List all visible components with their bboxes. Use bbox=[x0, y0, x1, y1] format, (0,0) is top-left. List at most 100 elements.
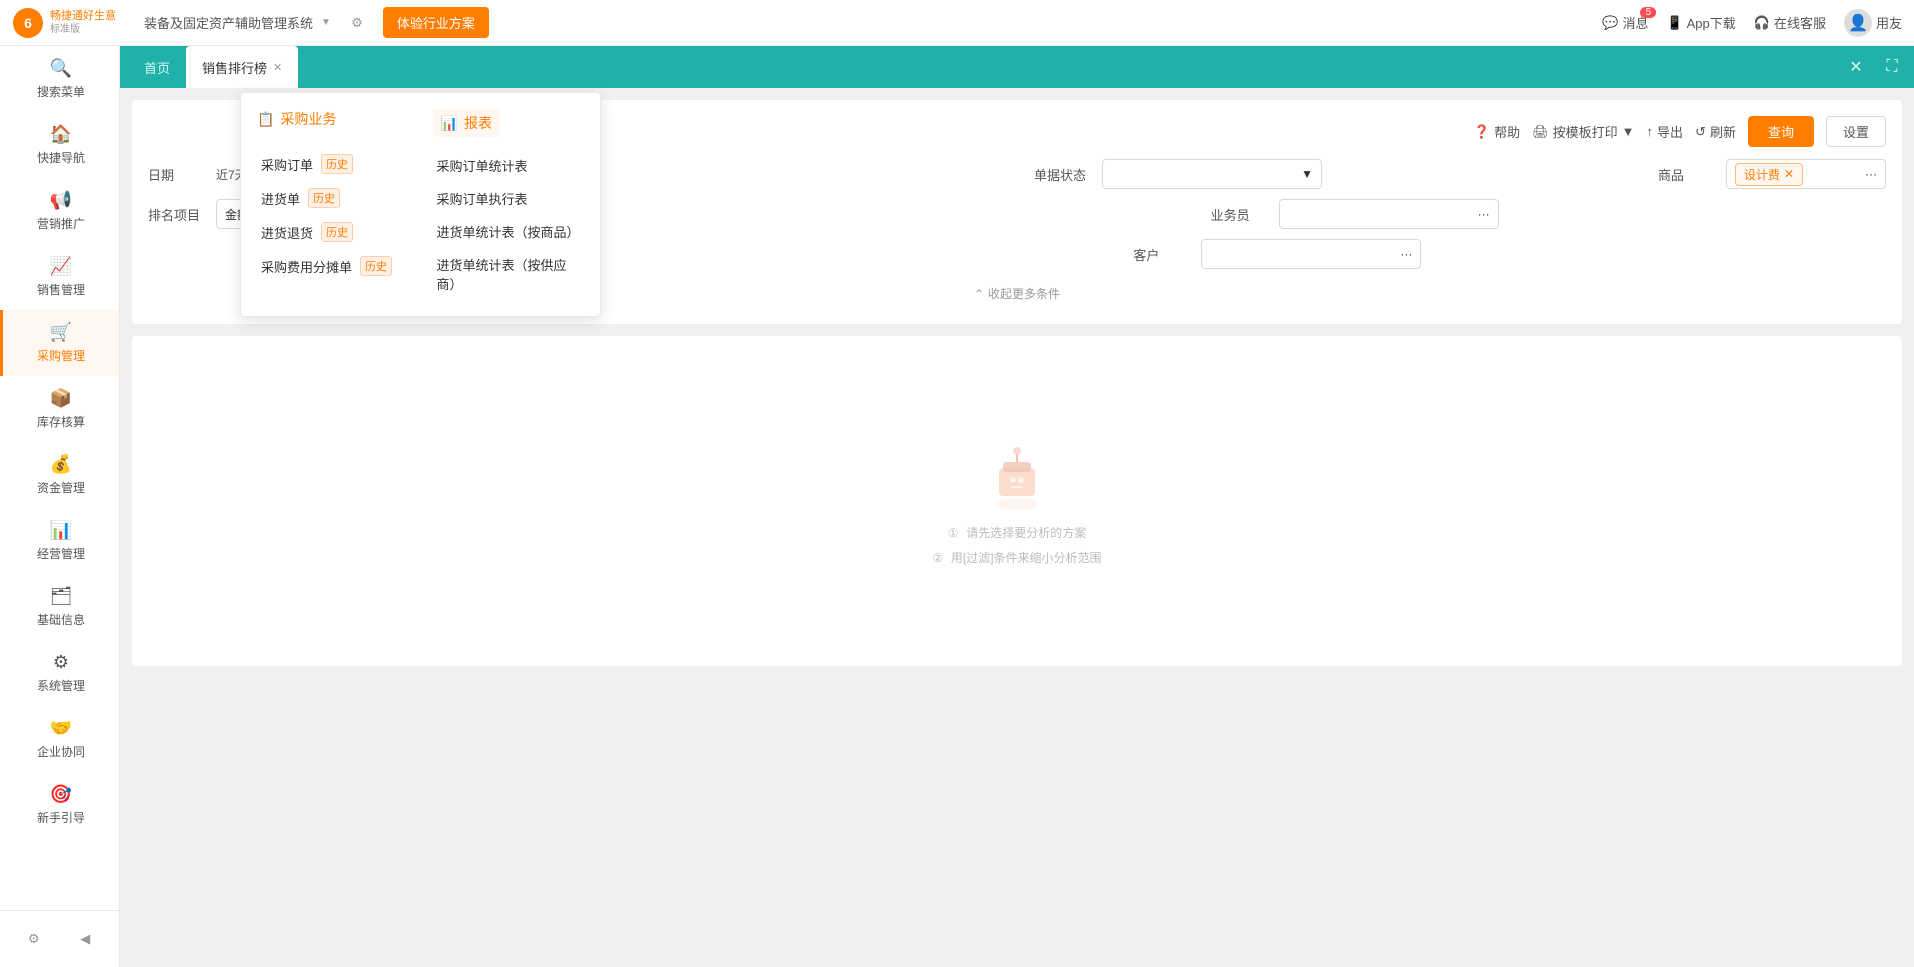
sidebar-item-finance[interactable]: 💰 资金管理 bbox=[0, 442, 119, 508]
tab-bar-actions: ✕ ⛶ bbox=[1842, 53, 1906, 81]
menu-item-return[interactable]: 进货退货 历史 bbox=[257, 215, 409, 249]
sidebar-item-enterprise[interactable]: 🤝 企业协同 bbox=[0, 706, 119, 772]
message-icon: 💬 bbox=[1602, 15, 1618, 31]
tab-home[interactable]: 首页 bbox=[128, 46, 186, 88]
guide-icon: 🎯 bbox=[50, 784, 72, 805]
svg-text:6: 6 bbox=[24, 15, 32, 31]
customer-select[interactable]: ··· bbox=[1201, 239, 1421, 269]
online-service-action[interactable]: 🎧 在线客服 bbox=[1754, 13, 1826, 32]
select-arrow: ▼ bbox=[1301, 167, 1313, 181]
finance-icon: 💰 bbox=[50, 454, 72, 475]
basic-icon: 🗂 bbox=[50, 586, 73, 607]
sidebar-item-purchase[interactable]: 🛒 采购管理 bbox=[0, 310, 119, 376]
sidebar-item-basic[interactable]: 🗂 基础信息 bbox=[0, 574, 119, 640]
query-button[interactable]: 查询 bbox=[1748, 116, 1814, 147]
goods-select[interactable]: 设计费 ✕ ··· bbox=[1726, 159, 1886, 189]
logo-area: 6 畅捷通好生意 标准版 bbox=[12, 7, 132, 39]
gear-button[interactable]: ⚙ bbox=[343, 9, 371, 37]
tab-close-window-btn[interactable]: ✕ bbox=[1842, 53, 1870, 81]
menu-item-purchase-order[interactable]: 采购订单 历史 bbox=[257, 147, 409, 181]
sidebar-item-quick[interactable]: 🏠 快捷导航 bbox=[0, 112, 119, 178]
app-download-action[interactable]: 📱 App下载 bbox=[1666, 13, 1735, 32]
empty-state-card: ① 请先选择要分析的方案 ② 用[过滤]条件来缩小分析范围 bbox=[132, 336, 1902, 666]
date-label: 日期 bbox=[148, 165, 204, 184]
order-status-label: 单据状态 bbox=[1034, 165, 1090, 184]
sidebar: 🔍 搜索菜单 🏠 快捷导航 📢 营销推广 📈 销售管理 🛒 采购管理 📦 库存核… bbox=[0, 46, 120, 967]
operation-icon: 📊 bbox=[50, 520, 72, 541]
service-icon: 🎧 bbox=[1754, 15, 1770, 31]
history-tag-3: 历史 bbox=[360, 256, 392, 276]
sidebar-item-operation[interactable]: 📊 经营管理 bbox=[0, 508, 119, 574]
home-icon: 🏠 bbox=[50, 124, 72, 145]
set-button[interactable]: 设置 bbox=[1826, 116, 1886, 147]
rank-label: 排名项目 bbox=[148, 205, 204, 224]
header-right: 💬 消息 5 📱 App下载 🎧 在线客服 👤 用友 bbox=[1602, 9, 1902, 37]
menu-item-order-exec[interactable]: 采购订单执行表 bbox=[433, 182, 585, 215]
menu-item-incoming-stats-supplier[interactable]: 进货单统计表（按供应商） bbox=[433, 248, 585, 300]
tab-sales-rank[interactable]: 销售排行榜 ✕ bbox=[186, 46, 298, 88]
report-section-title: 📊 报表 bbox=[433, 109, 500, 137]
refresh-icon: ↺ bbox=[1695, 124, 1706, 140]
empty-state: ① 请先选择要分析的方案 ② 用[过滤]条件来缩小分析范围 bbox=[132, 376, 1902, 626]
marketing-icon: 📢 bbox=[50, 190, 72, 211]
sidebar-item-guide[interactable]: 🎯 新手引导 bbox=[0, 772, 119, 838]
enterprise-icon: 🤝 bbox=[50, 718, 72, 739]
salesperson-select[interactable]: ··· bbox=[1279, 199, 1499, 229]
system-dropdown-arrow[interactable]: ▼ bbox=[321, 17, 331, 28]
tab-close-icon[interactable]: ✕ bbox=[273, 61, 282, 74]
customer-more: ··· bbox=[1400, 247, 1412, 261]
print-btn[interactable]: 🖨 按模板打印 ▼ bbox=[1532, 122, 1634, 141]
system-icon: ⚙ bbox=[53, 652, 69, 673]
customer-label: 客户 bbox=[1133, 245, 1189, 264]
history-tag-1: 历史 bbox=[308, 188, 340, 208]
refresh-btn[interactable]: ↺ 刷新 bbox=[1695, 122, 1736, 141]
print-icon: 🖨 bbox=[1532, 124, 1549, 140]
report-icon: 📊 bbox=[441, 115, 458, 132]
purchase-icon: 🛒 bbox=[50, 322, 72, 343]
export-icon: ↑ bbox=[1647, 124, 1654, 139]
purchase-business-section: 📋 采购业务 采购订单 历史 进货单 历史 进货退货 历史 采购费用分摊单 bbox=[257, 109, 409, 300]
sidebar-footer: ⚙ ◀ bbox=[0, 910, 119, 967]
user-action[interactable]: 👤 用友 bbox=[1844, 9, 1902, 37]
export-btn[interactable]: ↑ 导出 bbox=[1647, 122, 1684, 141]
tab-maximize-btn[interactable]: ⛶ bbox=[1878, 53, 1906, 81]
empty-illustration bbox=[977, 436, 1057, 516]
goods-label: 商品 bbox=[1658, 165, 1714, 184]
sidebar-collapse-btn[interactable]: ◀ bbox=[69, 923, 101, 955]
goods-tag: 设计费 ✕ bbox=[1735, 163, 1803, 186]
sidebar-item-system[interactable]: ⚙ 系统管理 bbox=[0, 640, 119, 706]
sidebar-settings-btn[interactable]: ⚙ bbox=[18, 923, 50, 955]
header-left: 6 畅捷通好生意 标准版 装备及固定资产辅助管理系统 ▼ ⚙ 体验行业方案 bbox=[12, 7, 489, 39]
sidebar-item-sales[interactable]: 📈 销售管理 bbox=[0, 244, 119, 310]
content-area: 首页 销售排行榜 ✕ ✕ ⛶ ❓ 帮助 bbox=[120, 46, 1914, 967]
menu-item-order-stats[interactable]: 采购订单统计表 bbox=[433, 149, 585, 182]
top-header: 6 畅捷通好生意 标准版 装备及固定资产辅助管理系统 ▼ ⚙ 体验行业方案 💬 … bbox=[0, 0, 1914, 46]
message-action[interactable]: 💬 消息 5 bbox=[1602, 13, 1648, 32]
menu-item-expense[interactable]: 采购费用分摊单 历史 bbox=[257, 249, 409, 283]
print-dropdown-icon[interactable]: ▼ bbox=[1622, 124, 1635, 139]
logo-text: 畅捷通好生意 标准版 bbox=[50, 9, 116, 36]
purchase-business-icon: 📋 bbox=[257, 111, 274, 128]
history-tag-0: 历史 bbox=[321, 154, 353, 174]
purchase-business-title: 📋 采购业务 bbox=[257, 109, 409, 135]
order-status-select[interactable]: ▼ bbox=[1102, 159, 1322, 189]
salesperson-more: ··· bbox=[1478, 207, 1490, 221]
avatar: 👤 bbox=[1844, 9, 1872, 37]
purchase-dropdown-menu: 📋 采购业务 采购订单 历史 进货单 历史 进货退货 历史 采购费用分摊单 bbox=[240, 92, 601, 317]
goods-tag-close[interactable]: ✕ bbox=[1784, 167, 1794, 181]
help-btn[interactable]: ❓ 帮助 bbox=[1474, 122, 1520, 141]
report-section: 📊 报表 采购订单统计表 采购订单执行表 进货单统计表（按商品） 进货单统计表（… bbox=[433, 109, 585, 300]
help-icon: ❓ bbox=[1474, 124, 1490, 140]
menu-item-incoming-stats-goods[interactable]: 进货单统计表（按商品） bbox=[433, 215, 585, 248]
sidebar-item-marketing[interactable]: 📢 营销推广 bbox=[0, 178, 119, 244]
chevron-up-icon: ⌃ bbox=[974, 287, 984, 301]
inventory-icon: 📦 bbox=[50, 388, 72, 409]
menu-item-incoming[interactable]: 进货单 历史 bbox=[257, 181, 409, 215]
main-layout: 🔍 搜索菜单 🏠 快捷导航 📢 营销推广 📈 销售管理 🛒 采购管理 📦 库存核… bbox=[0, 46, 1914, 967]
industry-button[interactable]: 体验行业方案 bbox=[383, 7, 489, 38]
salesperson-label: 业务员 bbox=[1211, 205, 1267, 224]
logo-icon: 6 bbox=[12, 7, 44, 39]
sidebar-item-search[interactable]: 🔍 搜索菜单 bbox=[0, 46, 119, 112]
sidebar-item-inventory[interactable]: 📦 库存核算 bbox=[0, 376, 119, 442]
select-more: ··· bbox=[1865, 167, 1877, 181]
